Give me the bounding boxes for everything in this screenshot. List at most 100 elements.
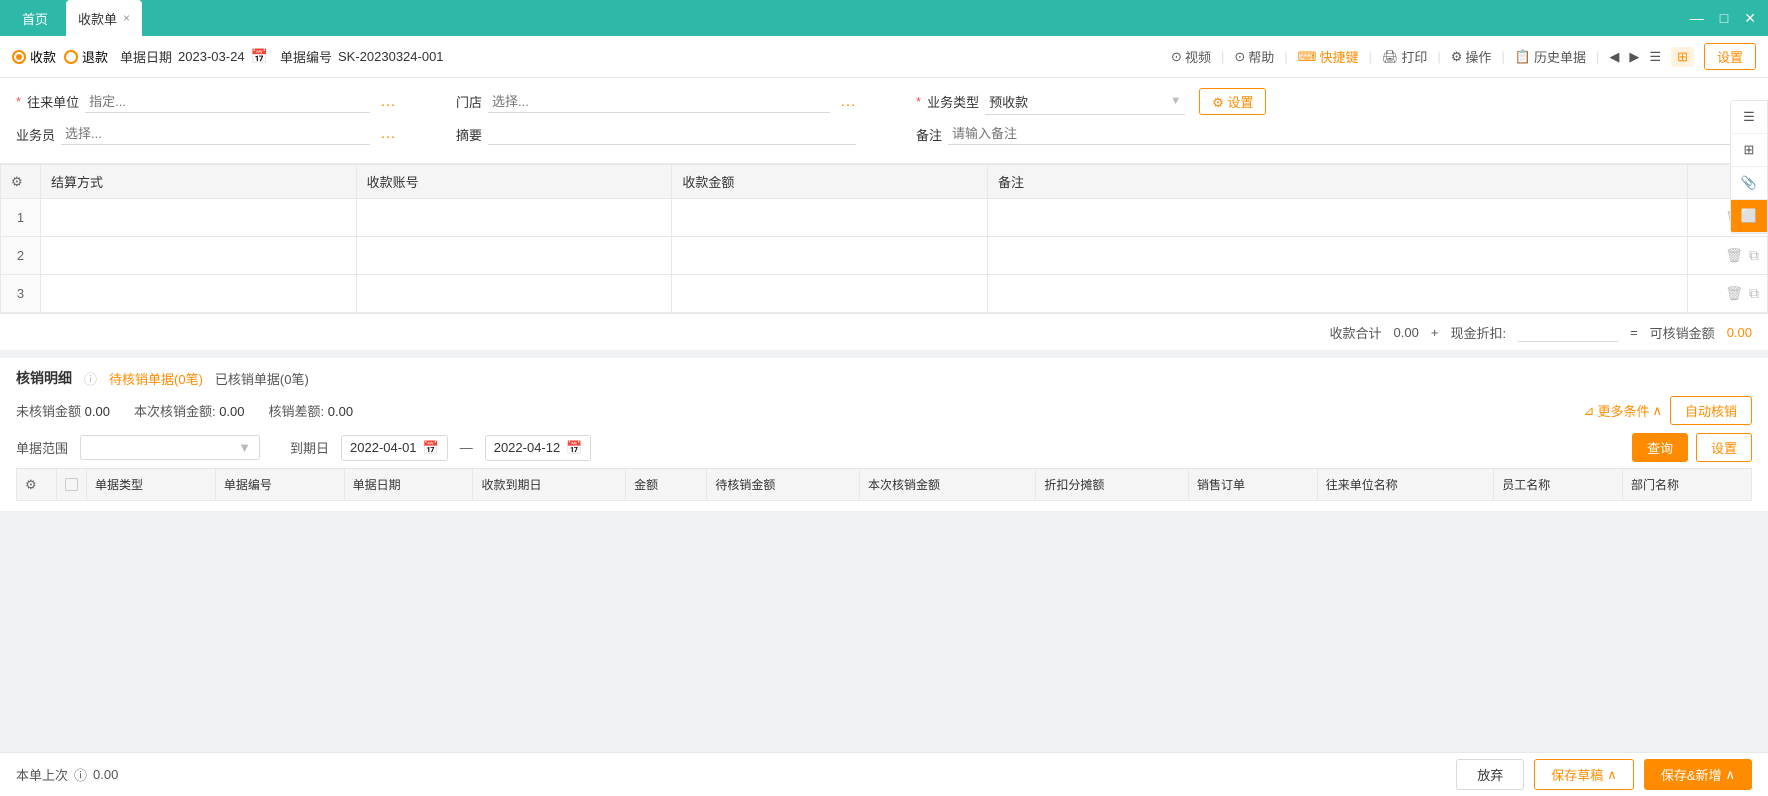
auto-cancel-button[interactable]: 自动核销 bbox=[1670, 396, 1752, 425]
row3-copy-icon[interactable]: ⧉ bbox=[1749, 285, 1759, 302]
ops-icon: ⚙ bbox=[1451, 49, 1463, 65]
col-gear-header: ⚙ bbox=[1, 165, 41, 199]
btm-settings-button[interactable]: 设置 bbox=[1696, 433, 1752, 462]
row2-ops: 🗑 ⧉ bbox=[1688, 237, 1768, 275]
done-tab[interactable]: 已核销单据(0笔) bbox=[215, 369, 309, 388]
save-caret-icon[interactable]: ∧ bbox=[1725, 767, 1735, 783]
date-value: 2023-03-24 bbox=[178, 49, 245, 64]
due-date-to[interactable]: 2022-04-12 📅 bbox=[485, 435, 592, 461]
history-button[interactable]: 📋 历史单据 bbox=[1515, 47, 1586, 66]
more-conditions-link[interactable]: ⊿ 更多条件 ∧ bbox=[1584, 401, 1662, 420]
salesman-more-icon[interactable]: … bbox=[380, 125, 396, 143]
ops-button[interactable]: ⚙ 操作 bbox=[1451, 47, 1492, 66]
shop-input[interactable] bbox=[488, 91, 830, 113]
hx-info-icon[interactable]: ⓘ bbox=[84, 369, 97, 388]
form-row-1: * 往来单位 … 门店 … * 业务类型 预收款 ▼ ⚙ 设置 bbox=[16, 88, 1752, 115]
unchecked-stat: 未核销金额 0.00 bbox=[16, 401, 110, 420]
row3-account[interactable] bbox=[356, 275, 672, 313]
radio-refund[interactable]: 退款 bbox=[64, 47, 108, 66]
row1-remark[interactable] bbox=[988, 199, 1688, 237]
row2-amount[interactable] bbox=[672, 237, 988, 275]
help-button[interactable]: ⊙ 帮助 bbox=[1234, 47, 1274, 66]
sep2: | bbox=[1284, 49, 1287, 64]
current-value: 0.00 bbox=[219, 404, 244, 419]
row3-amount[interactable] bbox=[672, 275, 988, 313]
tab-active[interactable]: 收款单 × bbox=[66, 0, 142, 36]
bottom-table: ⚙ 单据类型 单据编号 单据日期 收款到期日 金额 待核销金额 本次核销金额 折… bbox=[16, 468, 1752, 501]
view-list-icon[interactable]: ☰ bbox=[1649, 49, 1661, 65]
row1-account[interactable] bbox=[356, 199, 672, 237]
total-value: 0.00 bbox=[1394, 325, 1419, 340]
maximize-button[interactable]: □ bbox=[1716, 10, 1732, 26]
form-settings-button[interactable]: ⚙ 设置 bbox=[1199, 88, 1266, 115]
nav-next-icon[interactable]: ▶ bbox=[1629, 49, 1639, 65]
save-new-button[interactable]: 保存&新增 ∧ bbox=[1644, 759, 1752, 790]
bottom-info-icon[interactable]: ⓘ bbox=[74, 765, 87, 784]
minimize-button[interactable]: — bbox=[1686, 10, 1708, 26]
right-panel-item-2[interactable]: ⊞ bbox=[1731, 134, 1767, 167]
query-button[interactable]: 查询 bbox=[1632, 433, 1688, 462]
view-grid-icon[interactable]: ⊞ bbox=[1671, 47, 1694, 67]
calendar-icon[interactable]: 📅 bbox=[251, 48, 268, 65]
video-button[interactable]: ⊙ 视频 bbox=[1171, 47, 1211, 66]
due-date-filter: 到期日 2022-04-01 📅 — 2022-04-12 📅 bbox=[290, 435, 591, 461]
row2-delete-icon[interactable]: 🗑 bbox=[1725, 247, 1743, 264]
due-date-label: 到期日 bbox=[290, 438, 329, 457]
tab-home[interactable]: 首页 bbox=[8, 0, 62, 36]
row2-settlement[interactable] bbox=[41, 237, 357, 275]
tab-active-label: 收款单 bbox=[78, 9, 117, 28]
net-label: 可核销金额 bbox=[1650, 323, 1715, 342]
row3-remark[interactable] bbox=[988, 275, 1688, 313]
range-select[interactable]: ▼ bbox=[80, 435, 260, 460]
row2-account[interactable] bbox=[356, 237, 672, 275]
row1-amount[interactable] bbox=[672, 199, 988, 237]
current-stat: 本次核销金额: 0.00 bbox=[134, 401, 245, 420]
btm-gear-icon[interactable]: ⚙ bbox=[25, 477, 37, 492]
gear-icon[interactable]: ⚙ bbox=[11, 174, 23, 189]
print-button[interactable]: 🖨 打印 bbox=[1382, 47, 1428, 66]
due-date-from[interactable]: 2022-04-01 📅 bbox=[341, 435, 448, 461]
biz-type-value: 预收款 bbox=[989, 92, 1028, 111]
remark-input[interactable] bbox=[948, 123, 1752, 145]
nav-prev-icon[interactable]: ◀ bbox=[1609, 49, 1619, 65]
sep6: | bbox=[1596, 49, 1599, 64]
biz-type-select[interactable]: 预收款 ▼ bbox=[985, 89, 1185, 115]
summary-input[interactable] bbox=[488, 123, 856, 145]
shortcut-button[interactable]: ⌨ 快捷键 bbox=[1298, 47, 1359, 66]
discount-input[interactable] bbox=[1518, 322, 1618, 342]
unchecked-value: 0.00 bbox=[85, 404, 110, 419]
biz-required: * bbox=[916, 94, 921, 109]
right-panel-item-4[interactable]: ⬜ bbox=[1731, 200, 1767, 233]
counterpart-more-icon[interactable]: … bbox=[380, 93, 396, 111]
save-draft-button[interactable]: 保存草稿 ∧ bbox=[1534, 759, 1634, 790]
counterpart-input[interactable] bbox=[85, 91, 370, 113]
pending-tab[interactable]: 待核销单据(0笔) bbox=[109, 369, 203, 388]
data-table-wrapper: ⚙ 结算方式 收款账号 收款金额 备注 操作 1 🗑 ⧉ bbox=[0, 164, 1768, 313]
radio-receipt[interactable]: 收款 bbox=[12, 47, 56, 66]
btm-col-due: 收款到期日 bbox=[473, 469, 626, 501]
tab-close-icon[interactable]: × bbox=[123, 11, 130, 25]
range-label: 单据范围 bbox=[16, 438, 68, 457]
row2-remark[interactable] bbox=[988, 237, 1688, 275]
bottom-value: 0.00 bbox=[93, 767, 118, 782]
settings-button[interactable]: 设置 bbox=[1704, 43, 1756, 70]
filter-icon: ⊿ bbox=[1584, 403, 1595, 419]
summary-field: 摘要 bbox=[456, 123, 856, 145]
right-panel-item-3[interactable]: 📎 bbox=[1731, 167, 1767, 200]
row2-copy-icon[interactable]: ⧉ bbox=[1749, 247, 1759, 264]
abandon-button[interactable]: 放弃 bbox=[1456, 759, 1524, 790]
row3-delete-icon[interactable]: 🗑 bbox=[1725, 285, 1743, 302]
row3-settlement[interactable] bbox=[41, 275, 357, 313]
btm-col-dept: 部门名称 bbox=[1623, 469, 1752, 501]
equals-sign: = bbox=[1630, 325, 1638, 340]
btm-col-amount: 金额 bbox=[626, 469, 707, 501]
summary-row: 收款合计 0.00 + 现金折扣: = 可核销金额 0.00 bbox=[0, 313, 1768, 350]
btm-select-all-checkbox[interactable] bbox=[65, 478, 78, 491]
right-panel-item-1[interactable]: ☰ bbox=[1731, 101, 1767, 134]
shop-more-icon[interactable]: … bbox=[840, 93, 856, 111]
salesman-input[interactable] bbox=[61, 123, 370, 145]
row1-settlement[interactable] bbox=[41, 199, 357, 237]
print-icon: 🖨 bbox=[1382, 49, 1399, 65]
draft-caret-icon[interactable]: ∧ bbox=[1607, 767, 1617, 783]
close-button[interactable]: ✕ bbox=[1740, 10, 1760, 27]
